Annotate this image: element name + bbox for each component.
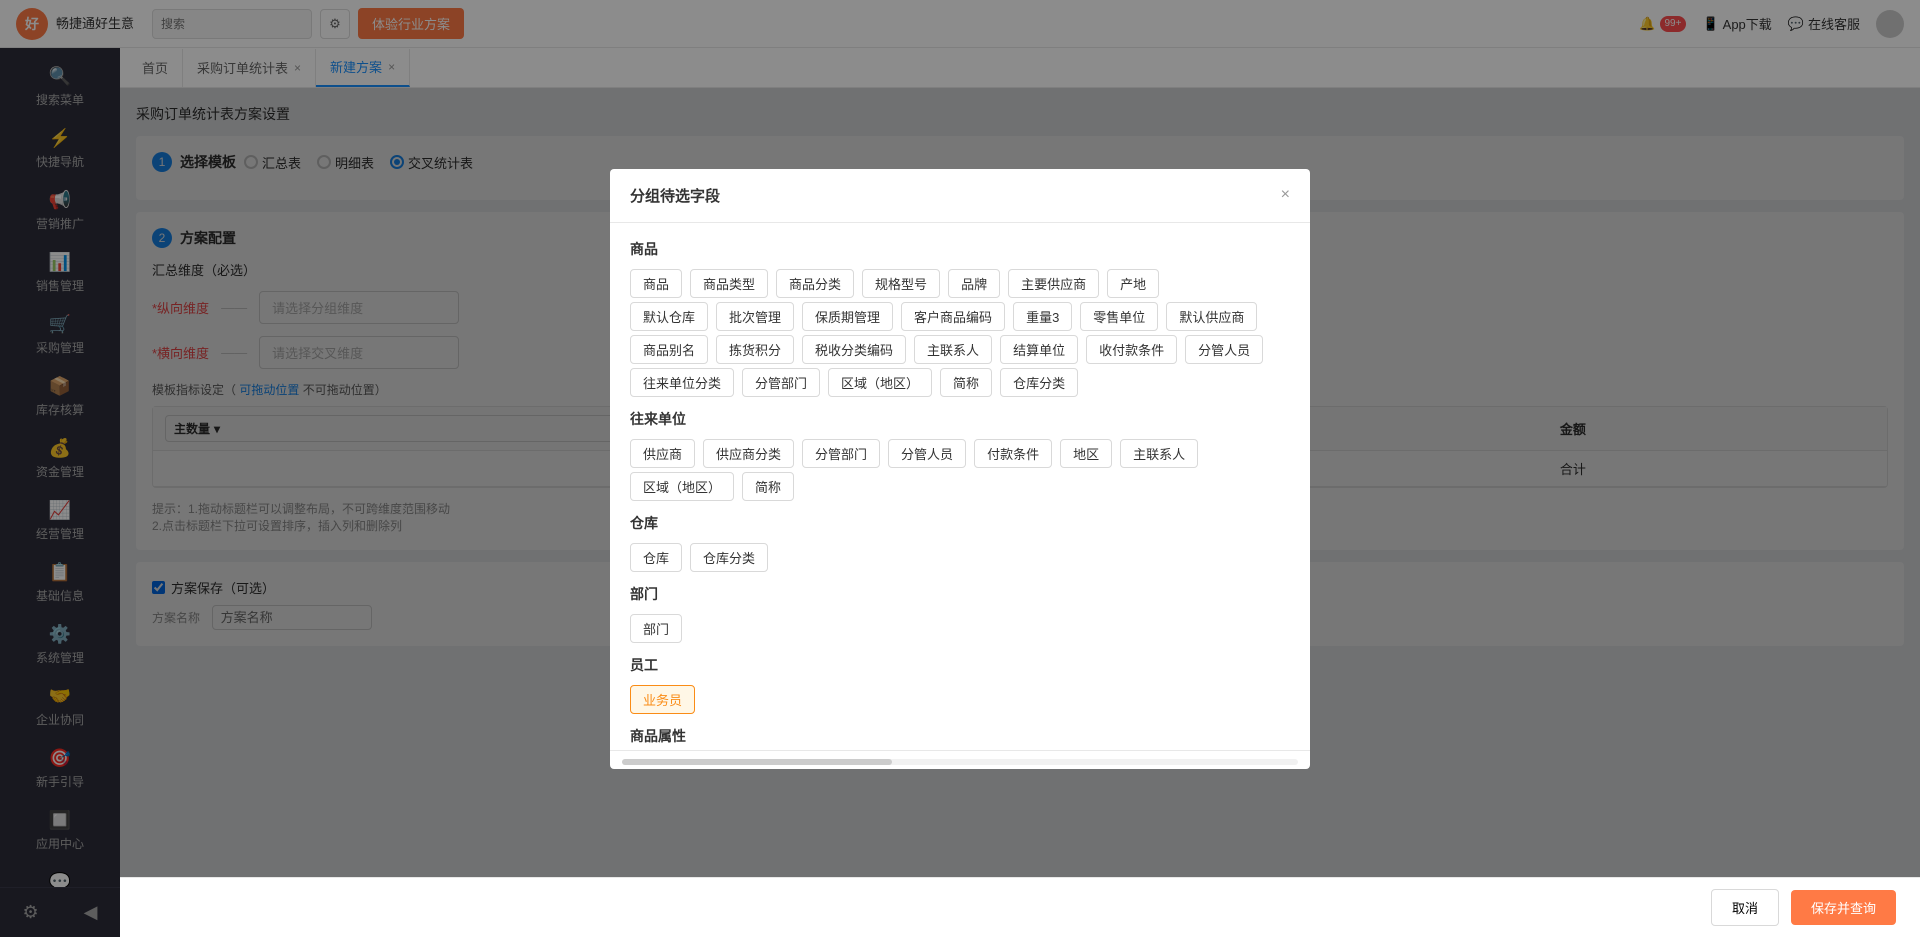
modal-overlay: 分组待选字段 × 商品 商品 商品类型 商品分类 规格型号 品牌 主要供应商 产… — [0, 0, 1920, 937]
tag-warehouse-cat[interactable]: 仓库分类 — [1000, 368, 1078, 397]
horizontal-scrollbar[interactable] — [622, 759, 1298, 765]
tag-salesperson[interactable]: 业务员 — [630, 685, 695, 714]
tag-warehouse-category[interactable]: 仓库分类 — [690, 543, 768, 572]
tag-default-supplier[interactable]: 默认供应商 — [1166, 302, 1257, 331]
tag-dept-in-charge[interactable]: 分管部门 — [742, 368, 820, 397]
tag-product-type[interactable]: 商品类型 — [690, 269, 768, 298]
tag-supplier-category[interactable]: 供应商分类 — [703, 439, 794, 468]
section-title-warehouse: 仓库 — [630, 513, 1290, 533]
tag-expiry-mgmt[interactable]: 保质期管理 — [802, 302, 893, 331]
section-title-partner: 往来单位 — [630, 409, 1290, 429]
cancel-button[interactable]: 取消 — [1711, 889, 1779, 926]
section-title-employee: 员工 — [630, 655, 1290, 675]
save-button[interactable]: 保存并查询 — [1791, 890, 1896, 925]
tag-origin[interactable]: 产地 — [1107, 269, 1159, 298]
modal-close-btn[interactable]: × — [1281, 186, 1290, 204]
tag-main-supplier[interactable]: 主要供应商 — [1008, 269, 1099, 298]
tag-region-product[interactable]: 区域（地区） — [828, 368, 932, 397]
field-select-modal: 分组待选字段 × 商品 商品 商品类型 商品分类 规格型号 品牌 主要供应商 产… — [610, 169, 1310, 769]
tag-product-alias[interactable]: 商品别名 — [630, 335, 708, 364]
modal-header: 分组待选字段 × — [610, 169, 1310, 223]
section-title-product: 商品 — [630, 239, 1290, 259]
action-bar: 取消 保存并查询 — [120, 877, 1920, 937]
modal-title: 分组待选字段 — [630, 185, 720, 206]
tag-region[interactable]: 地区 — [1060, 439, 1112, 468]
tag-warehouse[interactable]: 仓库 — [630, 543, 682, 572]
tags-partner-row1: 供应商 供应商分类 分管部门 分管人员 付款条件 地区 主联系人 — [630, 439, 1290, 468]
tag-short-name-partner[interactable]: 简称 — [742, 472, 794, 501]
tags-partner-row2: 区域（地区） 简称 — [630, 472, 1290, 501]
tag-supplier[interactable]: 供应商 — [630, 439, 695, 468]
modal-body: 商品 商品 商品类型 商品分类 规格型号 品牌 主要供应商 产地 默认仓库 批次… — [610, 223, 1310, 750]
tag-batch-mgmt[interactable]: 批次管理 — [716, 302, 794, 331]
tags-product-row2: 默认仓库 批次管理 保质期管理 客户商品编码 重量3 零售单位 默认供应商 — [630, 302, 1290, 331]
tag-partner-person[interactable]: 分管人员 — [888, 439, 966, 468]
tag-payment-cond[interactable]: 付款条件 — [974, 439, 1052, 468]
tag-product[interactable]: 商品 — [630, 269, 682, 298]
tag-pick-points[interactable]: 拣货积分 — [716, 335, 794, 364]
tags-product-row1: 商品 商品类型 商品分类 规格型号 品牌 主要供应商 产地 — [630, 269, 1290, 298]
tags-product-row3: 商品别名 拣货积分 税收分类编码 主联系人 结算单位 收付款条件 分管人员 — [630, 335, 1290, 364]
tag-main-contact-partner[interactable]: 主联系人 — [1120, 439, 1198, 468]
tag-region-partner[interactable]: 区域（地区） — [630, 472, 734, 501]
tag-payment-terms[interactable]: 收付款条件 — [1086, 335, 1177, 364]
tag-partner-dept[interactable]: 分管部门 — [802, 439, 880, 468]
tag-retail-unit[interactable]: 零售单位 — [1080, 302, 1158, 331]
modal-scrollbar-area — [610, 750, 1310, 769]
tag-short-name-product[interactable]: 简称 — [940, 368, 992, 397]
tag-tax-code[interactable]: 税收分类编码 — [802, 335, 906, 364]
tags-employee-row1: 业务员 — [630, 685, 1290, 714]
tag-settle-unit[interactable]: 结算单位 — [1000, 335, 1078, 364]
tag-brand[interactable]: 品牌 — [948, 269, 1000, 298]
scrollbar-thumb — [622, 759, 892, 765]
tags-warehouse-row1: 仓库 仓库分类 — [630, 543, 1290, 572]
tag-default-warehouse[interactable]: 默认仓库 — [630, 302, 708, 331]
tag-weight3[interactable]: 重量3 — [1013, 302, 1072, 331]
tag-main-contact[interactable]: 主联系人 — [914, 335, 992, 364]
section-title-dept: 部门 — [630, 584, 1290, 604]
tag-spec-model[interactable]: 规格型号 — [862, 269, 940, 298]
tag-partner-category[interactable]: 往来单位分类 — [630, 368, 734, 397]
tag-supervisor[interactable]: 分管人员 — [1185, 335, 1263, 364]
tag-customer-code[interactable]: 客户商品编码 — [901, 302, 1005, 331]
tag-product-category[interactable]: 商品分类 — [776, 269, 854, 298]
section-title-product-attr: 商品属性 — [630, 726, 1290, 746]
tags-product-row4: 往来单位分类 分管部门 区域（地区） 简称 仓库分类 — [630, 368, 1290, 397]
tag-dept[interactable]: 部门 — [630, 614, 682, 643]
tags-dept-row1: 部门 — [630, 614, 1290, 643]
